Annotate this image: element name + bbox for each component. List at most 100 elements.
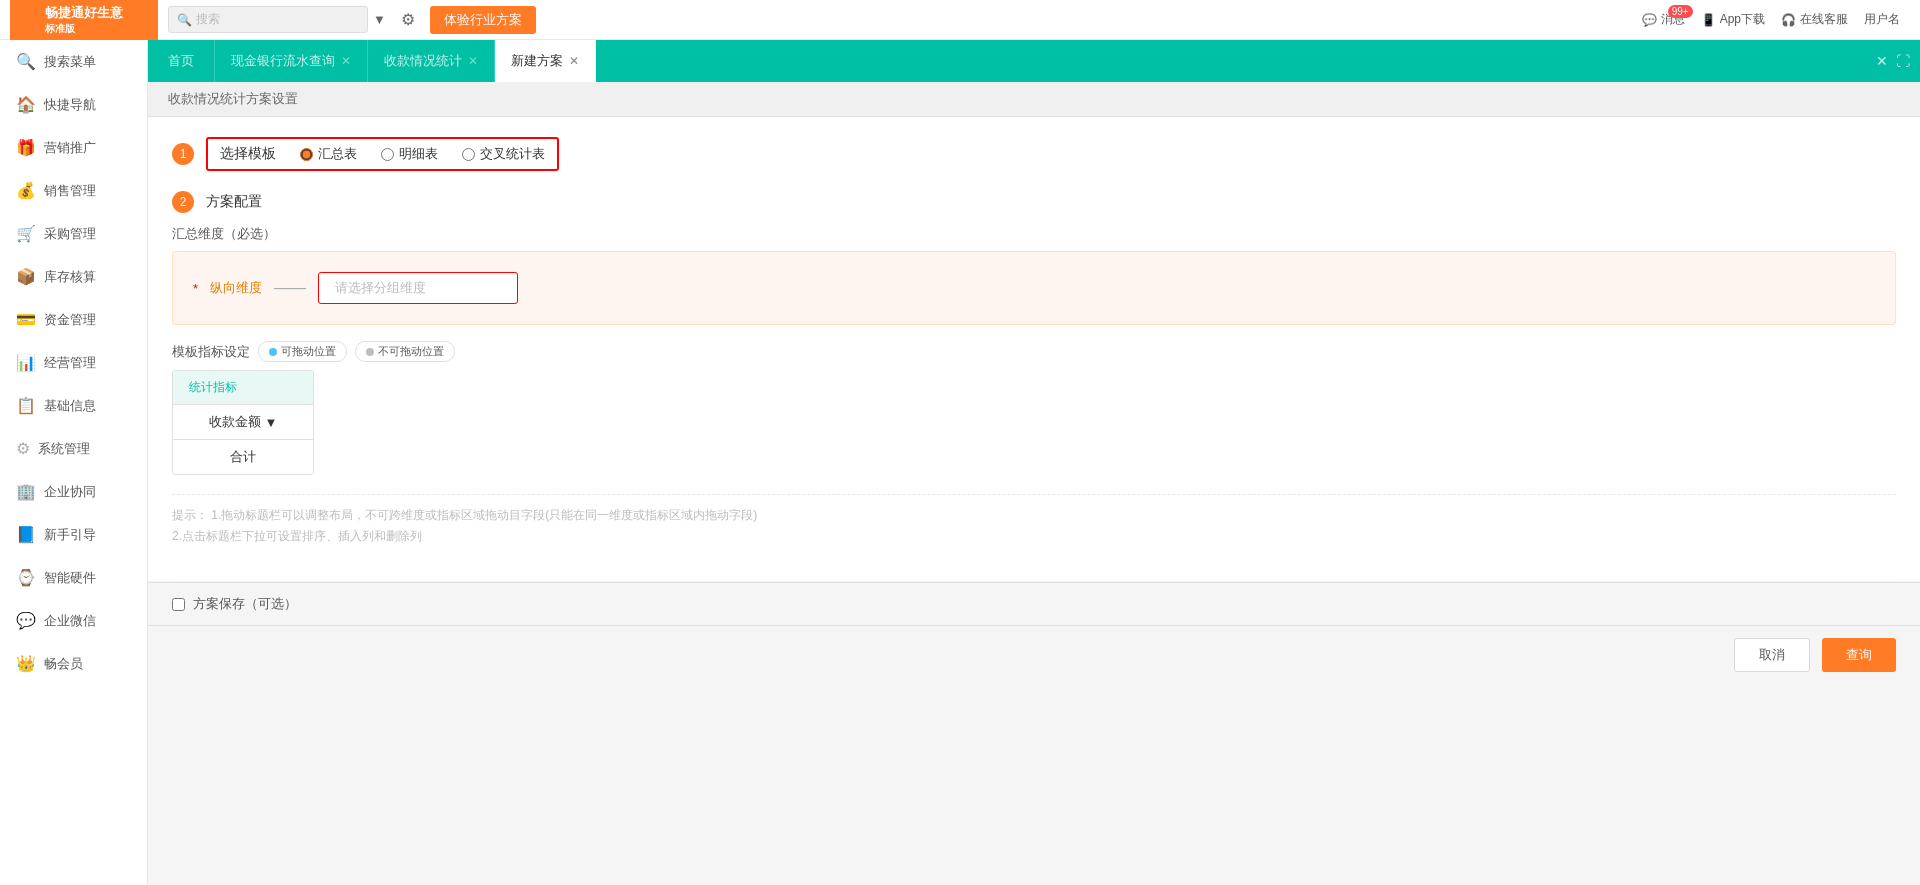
tab-new-plan[interactable]: 新建方案 ✕ [495, 40, 596, 82]
radio-cross-input[interactable] [462, 148, 475, 161]
sidebar-item-search-menu[interactable]: 🔍 搜索菜单 [0, 40, 147, 83]
chart-icon: 📊 [16, 353, 36, 372]
notification-item[interactable]: 💬 消息 99+ [1642, 11, 1685, 28]
content-area: 首页 现金银行流水查询 ✕ 收款情况统计 ✕ 新建方案 ✕ ✕ ⛶ 收款情况统计… [148, 40, 1920, 885]
hint-text-1: 提示： 1.拖动标题栏可以调整布局，不可跨维度或指标区域拖动目字段(只能在同一维… [172, 507, 1896, 524]
draggable-dot [269, 348, 277, 356]
arrow-icon: —— [274, 279, 306, 297]
sidebar-item-basic-info[interactable]: 📋 基础信息 [0, 384, 147, 427]
tab-collection-stats-close[interactable]: ✕ [468, 54, 478, 68]
sidebar-item-label: 系统管理 [38, 440, 90, 458]
row-dimension-label: 纵向维度 [210, 279, 262, 297]
tab-collection-stats[interactable]: 收款情况统计 ✕ [368, 40, 495, 82]
user-name: 用户名 [1864, 11, 1900, 28]
step1-row: 1 选择模板 汇总表 明细表 交叉统计表 [172, 137, 1896, 171]
dimension-section-label: 汇总维度（必选） [172, 225, 1896, 243]
sidebar-item-hardware[interactable]: ⌚ 智能硬件 [0, 556, 147, 599]
building-icon: 🏢 [16, 482, 36, 501]
sidebar-item-label: 采购管理 [44, 225, 96, 243]
step2-title-row: 2 方案配置 [172, 191, 1896, 213]
notification-badge: 99+ [1668, 5, 1693, 18]
metric-column-header[interactable]: 收款金额 ▼ [173, 405, 313, 440]
app-name: 畅捷通好生意 [45, 4, 123, 22]
tab-new-plan-close[interactable]: ✕ [569, 54, 579, 68]
sidebar-item-marketing[interactable]: 🎁 营销推广 [0, 126, 147, 169]
metric-column-name[interactable]: 收款金额 ▼ [173, 405, 313, 439]
sidebar-item-weixin[interactable]: 💬 企业微信 [0, 599, 147, 642]
download-item[interactable]: 📱 App下载 [1701, 11, 1765, 28]
search-icon: 🔍 [177, 13, 192, 27]
top-header: 畅捷通好生意 标准版 🔍 搜索 ▼ ⚙ 体验行业方案 💬 消息 99+ 📱 Ap… [0, 0, 1920, 40]
step2-section: 2 方案配置 汇总维度（必选） * 纵向维度 —— 请选择分组维度 [172, 191, 1896, 561]
radio-detail[interactable]: 明细表 [381, 145, 438, 163]
sidebar-item-label: 新手引导 [44, 526, 96, 544]
gift-icon: 🎁 [16, 138, 36, 157]
dimension-area: * 纵向维度 —— 请选择分组维度 [172, 251, 1896, 325]
tab-home[interactable]: 首页 [148, 40, 215, 82]
metric-section-label: 模板指标设定 [172, 343, 250, 361]
logo: 畅捷通好生意 标准版 [10, 0, 158, 40]
radio-cross[interactable]: 交叉统计表 [462, 145, 545, 163]
main-layout: 🔍 搜索菜单 🏠 快捷导航 🎁 营销推广 💰 销售管理 🛒 采购管理 📦 库存核… [0, 40, 1920, 885]
tab-home-label: 首页 [168, 52, 194, 70]
sidebar-item-enterprise[interactable]: 🏢 企业协同 [0, 470, 147, 513]
radio-summary-input[interactable] [300, 148, 313, 161]
cancel-button[interactable]: 取消 [1734, 638, 1810, 672]
sidebar-item-label: 企业协同 [44, 483, 96, 501]
dropdown-arrow[interactable]: ▼ [373, 12, 386, 27]
search-menu-icon: 🔍 [16, 52, 36, 71]
sidebar-item-sales[interactable]: 💰 销售管理 [0, 169, 147, 212]
dimension-select[interactable]: 请选择分组维度 [318, 272, 518, 304]
step2-label: 方案配置 [206, 193, 262, 211]
sidebar-item-purchase[interactable]: 🛒 采购管理 [0, 212, 147, 255]
tab-bank-flow-close[interactable]: ✕ [341, 54, 351, 68]
step1-label: 选择模板 [220, 145, 276, 163]
non-draggable-indicator: 不可拖动位置 [355, 341, 455, 362]
close-window-icon[interactable]: ✕ [1876, 53, 1888, 69]
settings-icon: ⚙ [16, 439, 30, 458]
radio-summary[interactable]: 汇总表 [300, 145, 357, 163]
tab-bar-actions: ✕ ⛶ [1866, 40, 1920, 82]
money-icon: 💰 [16, 181, 36, 200]
dropdown-chevron: ▼ [265, 415, 278, 430]
save-checkbox[interactable] [172, 598, 185, 611]
header-search-area: 🔍 搜索 ▼ ⚙ 体验行业方案 [168, 6, 1642, 34]
sidebar-item-label: 营销推广 [44, 139, 96, 157]
box-icon: 📦 [16, 267, 36, 286]
sidebar-item-label: 基础信息 [44, 397, 96, 415]
trial-button[interactable]: 体验行业方案 [430, 6, 536, 34]
sidebar-item-label: 快捷导航 [44, 96, 96, 114]
sidebar-item-guide[interactable]: 📘 新手引导 [0, 513, 147, 556]
dimension-row: * 纵向维度 —— 请选择分组维度 [193, 272, 1875, 304]
radio-detail-input[interactable] [381, 148, 394, 161]
maximize-icon[interactable]: ⛶ [1896, 53, 1910, 69]
headset-icon: 🎧 [1781, 13, 1796, 27]
crown-icon: 👑 [16, 654, 36, 673]
sidebar-item-quick-nav[interactable]: 🏠 快捷导航 [0, 83, 147, 126]
sidebar-item-system[interactable]: ⚙ 系统管理 [0, 427, 147, 470]
message-icon: 💬 [1642, 13, 1657, 27]
radio-summary-label: 汇总表 [318, 145, 357, 163]
metric-section: 模板指标设定 可拖动位置 不可拖动位置 [172, 341, 1896, 478]
query-button[interactable]: 查询 [1822, 638, 1896, 672]
hint-section: 提示： 1.拖动标题栏可以调整布局，不可跨维度或指标区域拖动目字段(只能在同一维… [172, 494, 1896, 561]
sidebar-item-inventory[interactable]: 📦 库存核算 [0, 255, 147, 298]
metric-table-header: 统计指标 [173, 371, 313, 405]
search-box[interactable]: 🔍 搜索 [168, 6, 368, 33]
metric-table: 统计指标 收款金额 ▼ 合计 [172, 370, 314, 475]
support-item[interactable]: 🎧 在线客服 [1781, 11, 1848, 28]
book-icon: 📘 [16, 525, 36, 544]
sidebar-item-finance[interactable]: 💳 资金管理 [0, 298, 147, 341]
user-info[interactable]: 用户名 [1864, 11, 1900, 28]
save-section: 方案保存（可选） [148, 582, 1920, 625]
sidebar-item-label: 经营管理 [44, 354, 96, 372]
sidebar-item-operations[interactable]: 📊 经营管理 [0, 341, 147, 384]
tab-bank-flow[interactable]: 现金银行流水查询 ✕ [215, 40, 368, 82]
dimension-placeholder: 请选择分组维度 [335, 280, 426, 295]
total-label: 合计 [230, 449, 256, 464]
page-content: 收款情况统计方案设置 1 选择模板 汇总表 明细表 [148, 82, 1920, 885]
tab-new-plan-label: 新建方案 [511, 52, 563, 70]
sidebar-item-member[interactable]: 👑 畅会员 [0, 642, 147, 685]
required-star: * [193, 281, 198, 296]
gear-button[interactable]: ⚙ [394, 6, 422, 34]
